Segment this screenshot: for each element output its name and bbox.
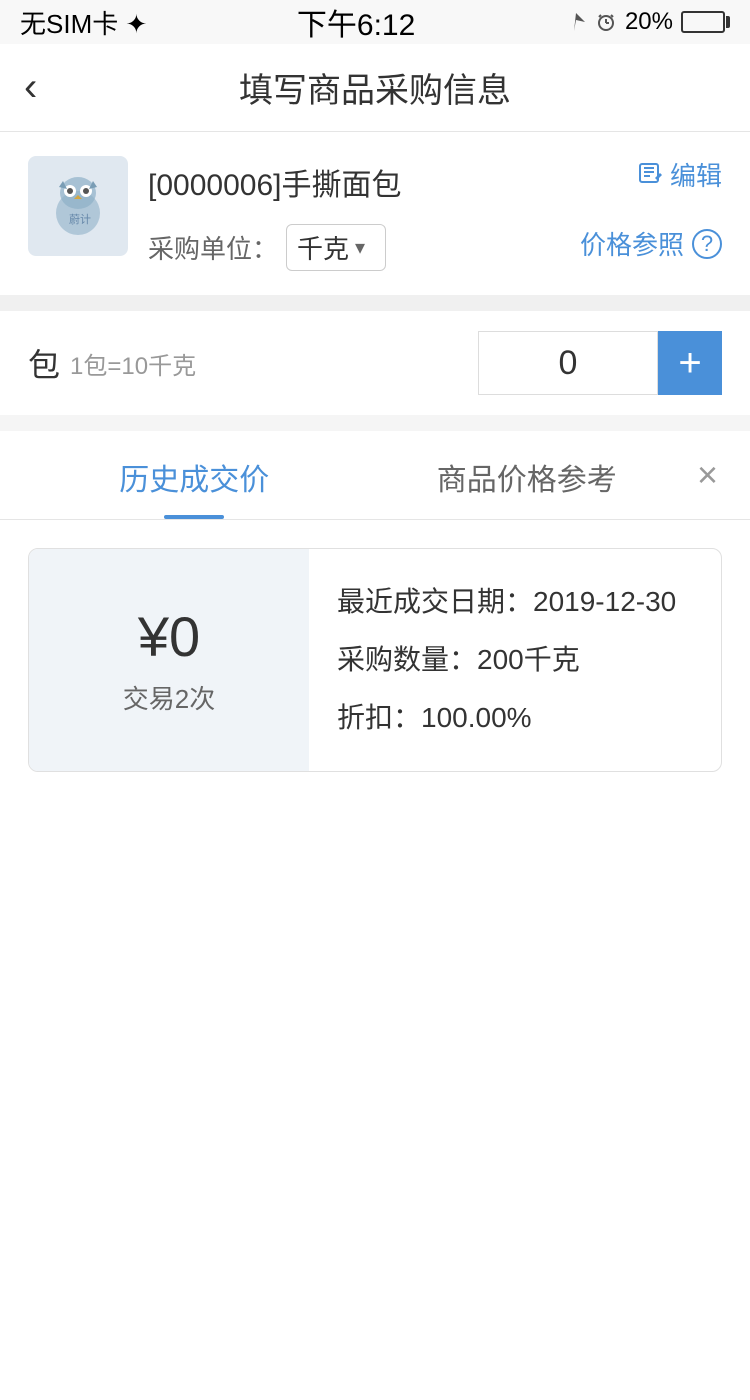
tabs-header: 历史成交价 商品价格参考 ×	[0, 431, 750, 520]
product-name: [0000006]手撕面包	[148, 160, 401, 204]
trade-count: 交易2次	[123, 679, 215, 716]
edit-icon	[638, 162, 664, 188]
product-section: 蔚计 [0000006]手撕面包 采购单位： 千克 ▾	[0, 132, 750, 295]
history-card: ¥0 交易2次 最近成交日期：2019-12-30 采购数量：200千克 折扣：…	[28, 548, 722, 772]
edit-label: 编辑	[670, 156, 722, 193]
unit-select[interactable]: 千克 ▾	[286, 224, 386, 271]
quantity-plus-button[interactable]: +	[658, 331, 722, 395]
unit-label: 采购单位：	[148, 229, 278, 266]
latest-date-label: 最近成交日期：	[337, 586, 533, 617]
alarm-icon	[595, 11, 617, 33]
status-time: 下午6:12	[297, 0, 415, 44]
history-price: ¥0	[138, 604, 200, 669]
page-title: 填写商品采购信息	[239, 63, 511, 112]
latest-date-value: 2019-12-30	[533, 586, 676, 617]
purchase-qty-row: 采购数量：200千克	[337, 639, 693, 681]
quantity-right: +	[478, 331, 722, 395]
price-ref-button[interactable]: 价格参照 ?	[580, 225, 722, 262]
quantity-conversion-note: 1包=10千克	[70, 346, 196, 381]
tab-history-label: 历史成交价	[119, 464, 269, 497]
quantity-unit-tag: 包	[28, 340, 60, 386]
battery-icon	[681, 11, 730, 33]
back-button[interactable]: ‹	[24, 65, 37, 110]
product-info: [0000006]手撕面包 采购单位： 千克 ▾	[148, 156, 401, 271]
bottom-area	[0, 800, 750, 1400]
purchase-qty-value: 200千克	[477, 644, 580, 675]
product-thumbnail: 蔚计	[28, 156, 128, 256]
price-ref-help-icon: ?	[692, 229, 722, 259]
latest-date-row: 最近成交日期：2019-12-30	[337, 581, 693, 623]
purchase-qty-label: 采购数量：	[337, 644, 477, 675]
tab-price-reference[interactable]: 商品价格参考	[360, 431, 692, 519]
nav-bar: ‹ 填写商品采购信息	[0, 44, 750, 132]
tabs-container: 历史成交价 商品价格参考 × ¥0 交易2次 最近成交日期：2019-12-30…	[0, 431, 750, 800]
status-right: 20%	[565, 8, 730, 36]
tab-history-price[interactable]: 历史成交价	[28, 431, 360, 519]
quantity-left: 包 1包=10千克	[28, 340, 196, 386]
svg-text:蔚计: 蔚计	[69, 213, 91, 226]
tab-price-ref-label: 商品价格参考	[437, 464, 617, 497]
section-divider	[0, 295, 750, 311]
unit-dropdown-arrow-icon: ▾	[355, 235, 365, 260]
discount-value: 100.00%	[421, 702, 532, 733]
location-icon	[565, 11, 587, 33]
edit-button[interactable]: 编辑	[638, 156, 722, 193]
status-bar: 无SIM卡 ✦ 下午6:12 20%	[0, 0, 750, 44]
discount-row: 折扣：100.00%	[337, 697, 693, 739]
tab-close-button[interactable]: ×	[693, 454, 722, 496]
product-owl-icon: 蔚计	[43, 171, 113, 241]
unit-value: 千克	[297, 229, 349, 266]
price-ref-label: 价格参照	[580, 225, 684, 262]
card-price-left: ¥0 交易2次	[29, 549, 309, 771]
battery-percent: 20%	[625, 8, 673, 36]
card-detail-right: 最近成交日期：2019-12-30 采购数量：200千克 折扣：100.00%	[309, 549, 721, 771]
status-left: 无SIM卡 ✦	[20, 4, 147, 41]
carrier-text: 无SIM卡 ✦	[20, 4, 147, 41]
tab-active-indicator	[164, 515, 224, 519]
product-right: 编辑 价格参照 ?	[580, 156, 722, 262]
product-unit-row: 采购单位： 千克 ▾	[148, 224, 401, 271]
product-left: 蔚计 [0000006]手撕面包 采购单位： 千克 ▾	[28, 156, 401, 271]
discount-label: 折扣：	[337, 702, 421, 733]
quantity-input[interactable]	[478, 331, 658, 395]
quantity-row: 包 1包=10千克 +	[0, 311, 750, 415]
history-content: ¥0 交易2次 最近成交日期：2019-12-30 采购数量：200千克 折扣：…	[0, 520, 750, 800]
